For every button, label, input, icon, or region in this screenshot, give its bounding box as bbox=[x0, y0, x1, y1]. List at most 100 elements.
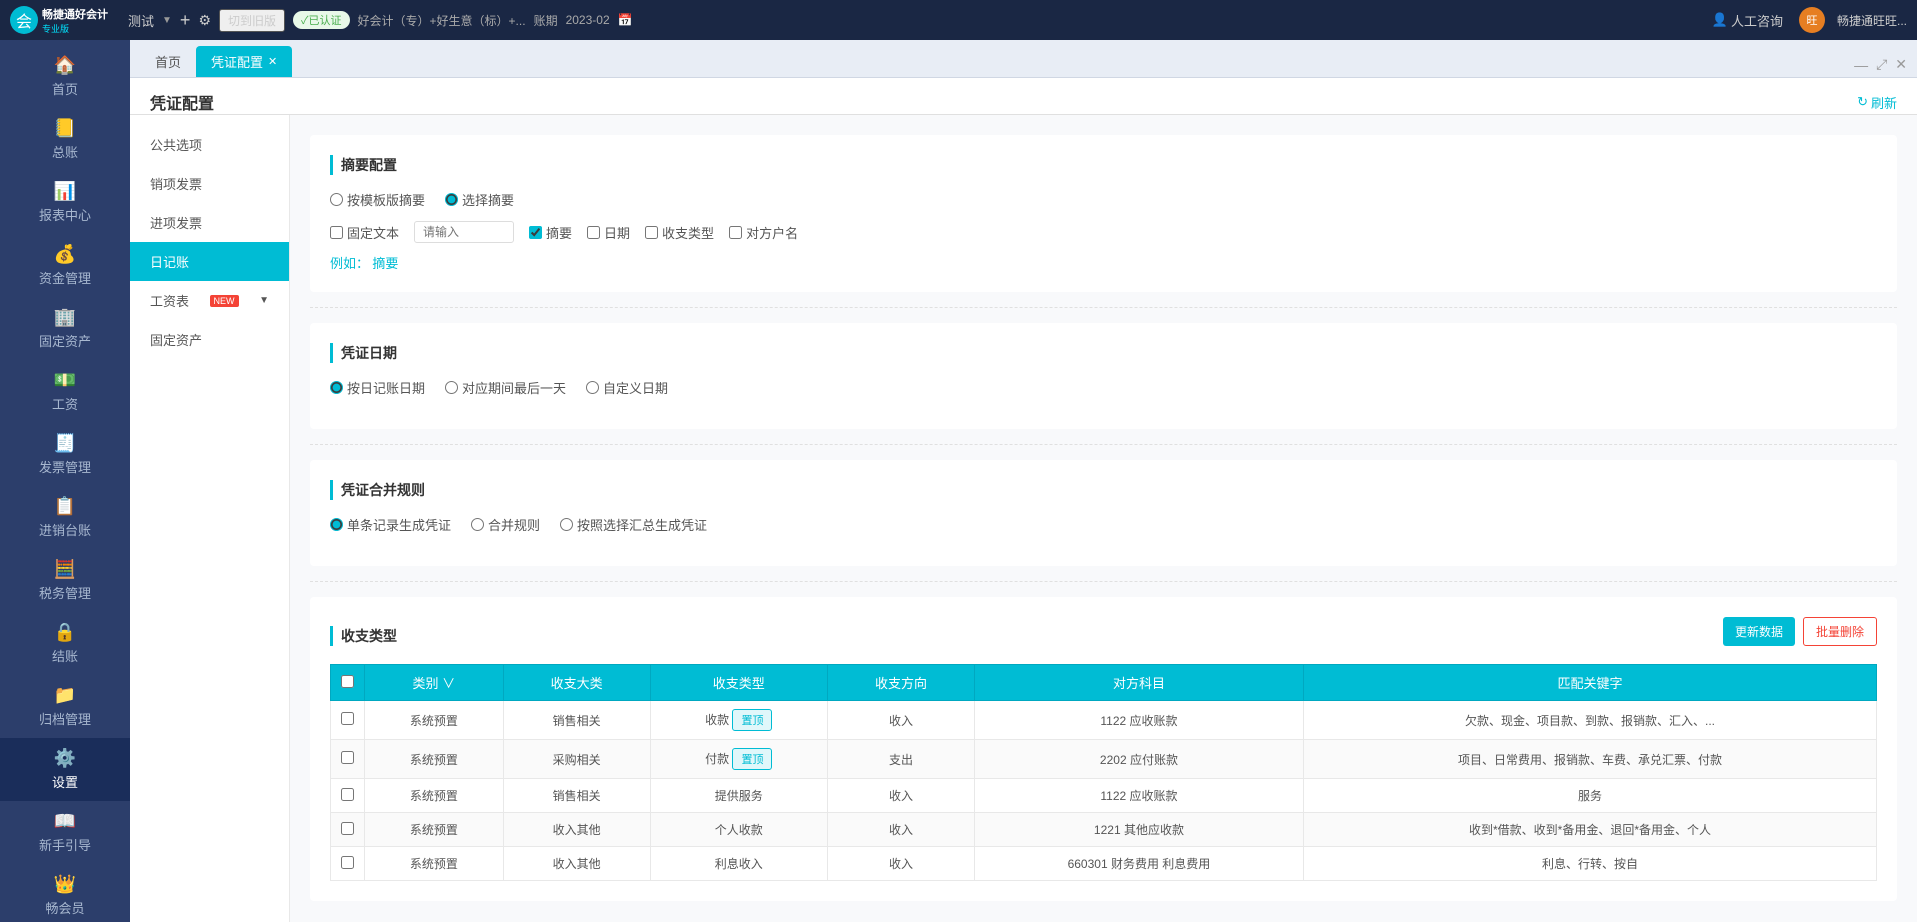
row-checkbox-cell[interactable] bbox=[331, 740, 365, 779]
sidebar-item-member[interactable]: 👑 畅会员 bbox=[0, 864, 130, 922]
row-checkbox-cell[interactable] bbox=[331, 779, 365, 813]
fixed-text-input[interactable] bbox=[414, 221, 514, 243]
voucher-date-radio-period[interactable]: 对应期间最后一天 bbox=[445, 378, 566, 397]
summary-radio-template-input[interactable] bbox=[330, 193, 343, 206]
window-close-button[interactable]: ✕ bbox=[1895, 56, 1907, 73]
sidebar-item-assets[interactable]: 🏢 固定资产 bbox=[0, 297, 130, 360]
window-maximize-button[interactable]: ⤢ bbox=[1876, 56, 1887, 73]
left-nav-purchase-inv[interactable]: 进项发票 bbox=[130, 203, 289, 242]
merge-radio-merge-input[interactable] bbox=[471, 518, 484, 531]
sidebar-item-tax[interactable]: 🧮 税务管理 bbox=[0, 549, 130, 612]
table-actions: 更新数据 批量删除 bbox=[1723, 617, 1877, 646]
row-direction: 收入 bbox=[828, 779, 975, 813]
summary-radio-select[interactable]: 选择摘要 bbox=[445, 190, 514, 209]
sidebar-item-closing[interactable]: 🔒 结账 bbox=[0, 612, 130, 675]
refresh-button[interactable]: ↻ 刷新 bbox=[1857, 93, 1897, 112]
row-checkbox-cell[interactable] bbox=[331, 701, 365, 740]
left-nav-payroll[interactable]: 工资表 NEW ▼ bbox=[130, 281, 289, 320]
sidebar-item-ledger[interactable]: 📒 总账 bbox=[0, 108, 130, 171]
voucher-date-title: 凭证日期 bbox=[330, 343, 1877, 363]
user-name: 畅捷通旺旺... bbox=[1837, 12, 1907, 29]
batch-delete-button[interactable]: 批量删除 bbox=[1803, 617, 1877, 646]
fixed-text-checkbox[interactable]: 固定文本 bbox=[330, 223, 399, 242]
row-checkbox[interactable] bbox=[341, 822, 354, 835]
summary-radio-select-input[interactable] bbox=[445, 193, 458, 206]
type-checkbox[interactable]: 收支类型 bbox=[645, 223, 714, 242]
date-checkbox[interactable]: 日期 bbox=[587, 223, 630, 242]
left-nav: 公共选项 销项发票 进项发票 日记账 工资表 NEW ▼ 固定资产 bbox=[130, 115, 290, 922]
income-expense-title: 收支类型 bbox=[330, 626, 397, 646]
member-icon: 👑 bbox=[54, 874, 76, 895]
merge-radio-summary[interactable]: 按照选择汇总生成凭证 bbox=[560, 515, 707, 534]
summary-checkbox-input[interactable] bbox=[529, 226, 542, 239]
table-row: 系统预置 收入其他 个人收款 收入 1221 其他应收款 收到*借款、收到*备用… bbox=[331, 813, 1877, 847]
row-category: 系统预置 bbox=[365, 701, 504, 740]
sidebar-item-funds[interactable]: 💰 资金管理 bbox=[0, 234, 130, 297]
pin-top-button[interactable]: 置顶 bbox=[732, 709, 772, 731]
left-nav-sales[interactable]: 销项发票 bbox=[130, 164, 289, 203]
logo: 会 畅捷通好会计 专业版 bbox=[10, 6, 110, 35]
table-row: 系统预置 销售相关 收款 置顶 收入 1122 应收账款 欠款、现金、项目款、到… bbox=[331, 701, 1877, 740]
tab-close-icon[interactable]: ✕ bbox=[268, 55, 277, 68]
table-row: 系统预置 采购相关 付款 置顶 支出 2202 应付账款 项目、日常费用、报销款… bbox=[331, 740, 1877, 779]
summary-checkbox[interactable]: 摘要 bbox=[529, 223, 572, 242]
merge-radio-merge[interactable]: 合并规则 bbox=[471, 515, 540, 534]
counterpart-checkbox-input[interactable] bbox=[729, 226, 742, 239]
tab-home[interactable]: 首页 bbox=[140, 46, 196, 77]
left-nav-journal[interactable]: 日记账 bbox=[130, 242, 289, 281]
sidebar-item-reports[interactable]: 📊 报表中心 bbox=[0, 171, 130, 234]
merge-radio-single-input[interactable] bbox=[330, 518, 343, 531]
top-bar: 会 畅捷通好会计 专业版 测试 ▼ + ⚙ 切到旧版 ✓已认证 好会计（专）+好… bbox=[0, 0, 1917, 40]
fixed-text-checkbox-input[interactable] bbox=[330, 226, 343, 239]
row-counter-subject: 660301 财务费用 利息费用 bbox=[974, 847, 1303, 881]
th-checkbox[interactable] bbox=[331, 665, 365, 701]
type-checkbox-input[interactable] bbox=[645, 226, 658, 239]
add-button[interactable]: + bbox=[180, 10, 191, 31]
pin-top-button[interactable]: 置顶 bbox=[732, 748, 772, 770]
row-sub-type: 付款 置顶 bbox=[650, 740, 828, 779]
summary-radio-group: 按模板版摘要 选择摘要 bbox=[330, 190, 1877, 209]
new-badge: NEW bbox=[210, 295, 239, 307]
sidebar-item-home[interactable]: 🏠 首页 bbox=[0, 45, 130, 108]
logo-icon: 会 bbox=[10, 6, 38, 34]
old-version-button[interactable]: 切到旧版 bbox=[219, 9, 285, 32]
sidebar-item-salary[interactable]: 💵 工资 bbox=[0, 360, 130, 423]
sidebar-item-invoice[interactable]: 🧾 发票管理 bbox=[0, 423, 130, 486]
row-checkbox-cell[interactable] bbox=[331, 847, 365, 881]
merge-radio-summary-input[interactable] bbox=[560, 518, 573, 531]
left-nav-public[interactable]: 公共选项 bbox=[130, 125, 289, 164]
settings-icon[interactable]: ⚙ bbox=[198, 12, 211, 29]
down-arrow-icon[interactable]: ▼ bbox=[162, 15, 172, 26]
voucher-date-radio-custom[interactable]: 自定义日期 bbox=[586, 378, 668, 397]
row-checkbox-cell[interactable] bbox=[331, 813, 365, 847]
voucher-date-period-input[interactable] bbox=[445, 381, 458, 394]
date-checkbox-input[interactable] bbox=[587, 226, 600, 239]
row-checkbox[interactable] bbox=[341, 856, 354, 869]
counterpart-checkbox[interactable]: 对方户名 bbox=[729, 223, 798, 242]
sidebar-item-purchase[interactable]: 📋 进销台账 bbox=[0, 486, 130, 549]
row-sub-type: 收款 置顶 bbox=[650, 701, 828, 740]
sidebar-item-settings[interactable]: ⚙️ 设置 bbox=[0, 738, 130, 801]
merge-radio-single[interactable]: 单条记录生成凭证 bbox=[330, 515, 451, 534]
service-button[interactable]: 👤 人工咨询 bbox=[1712, 11, 1783, 30]
row-checkbox[interactable] bbox=[341, 751, 354, 764]
summary-radio-template[interactable]: 按模板版摘要 bbox=[330, 190, 425, 209]
voucher-date-journal-input[interactable] bbox=[330, 381, 343, 394]
select-all-checkbox[interactable] bbox=[341, 675, 354, 688]
refresh-icon: ↻ bbox=[1857, 94, 1868, 110]
calendar-icon[interactable]: 📅 bbox=[618, 13, 633, 27]
window-minimize-button[interactable]: — bbox=[1854, 57, 1868, 73]
update-data-button[interactable]: 更新数据 bbox=[1723, 617, 1795, 646]
left-nav-fixed-assets[interactable]: 固定资产 bbox=[130, 320, 289, 359]
sidebar-item-archive[interactable]: 📁 归档管理 bbox=[0, 675, 130, 738]
tab-bar: 首页 凭证配置 ✕ — ⤢ ✕ bbox=[130, 40, 1917, 78]
row-checkbox[interactable] bbox=[341, 788, 354, 801]
sidebar-item-guide[interactable]: 📖 新手引导 bbox=[0, 801, 130, 864]
voucher-date-custom-input[interactable] bbox=[586, 381, 599, 394]
tab-voucher-config[interactable]: 凭证配置 ✕ bbox=[196, 46, 292, 77]
voucher-date-radio-journal[interactable]: 按日记账日期 bbox=[330, 378, 425, 397]
tab-voucher-config-label: 凭证配置 bbox=[211, 52, 263, 71]
voucher-date-radio-group: 按日记账日期 对应期间最后一天 自定义日期 bbox=[330, 378, 1877, 397]
summary-config-title: 摘要配置 bbox=[330, 155, 1877, 175]
row-checkbox[interactable] bbox=[341, 712, 354, 725]
